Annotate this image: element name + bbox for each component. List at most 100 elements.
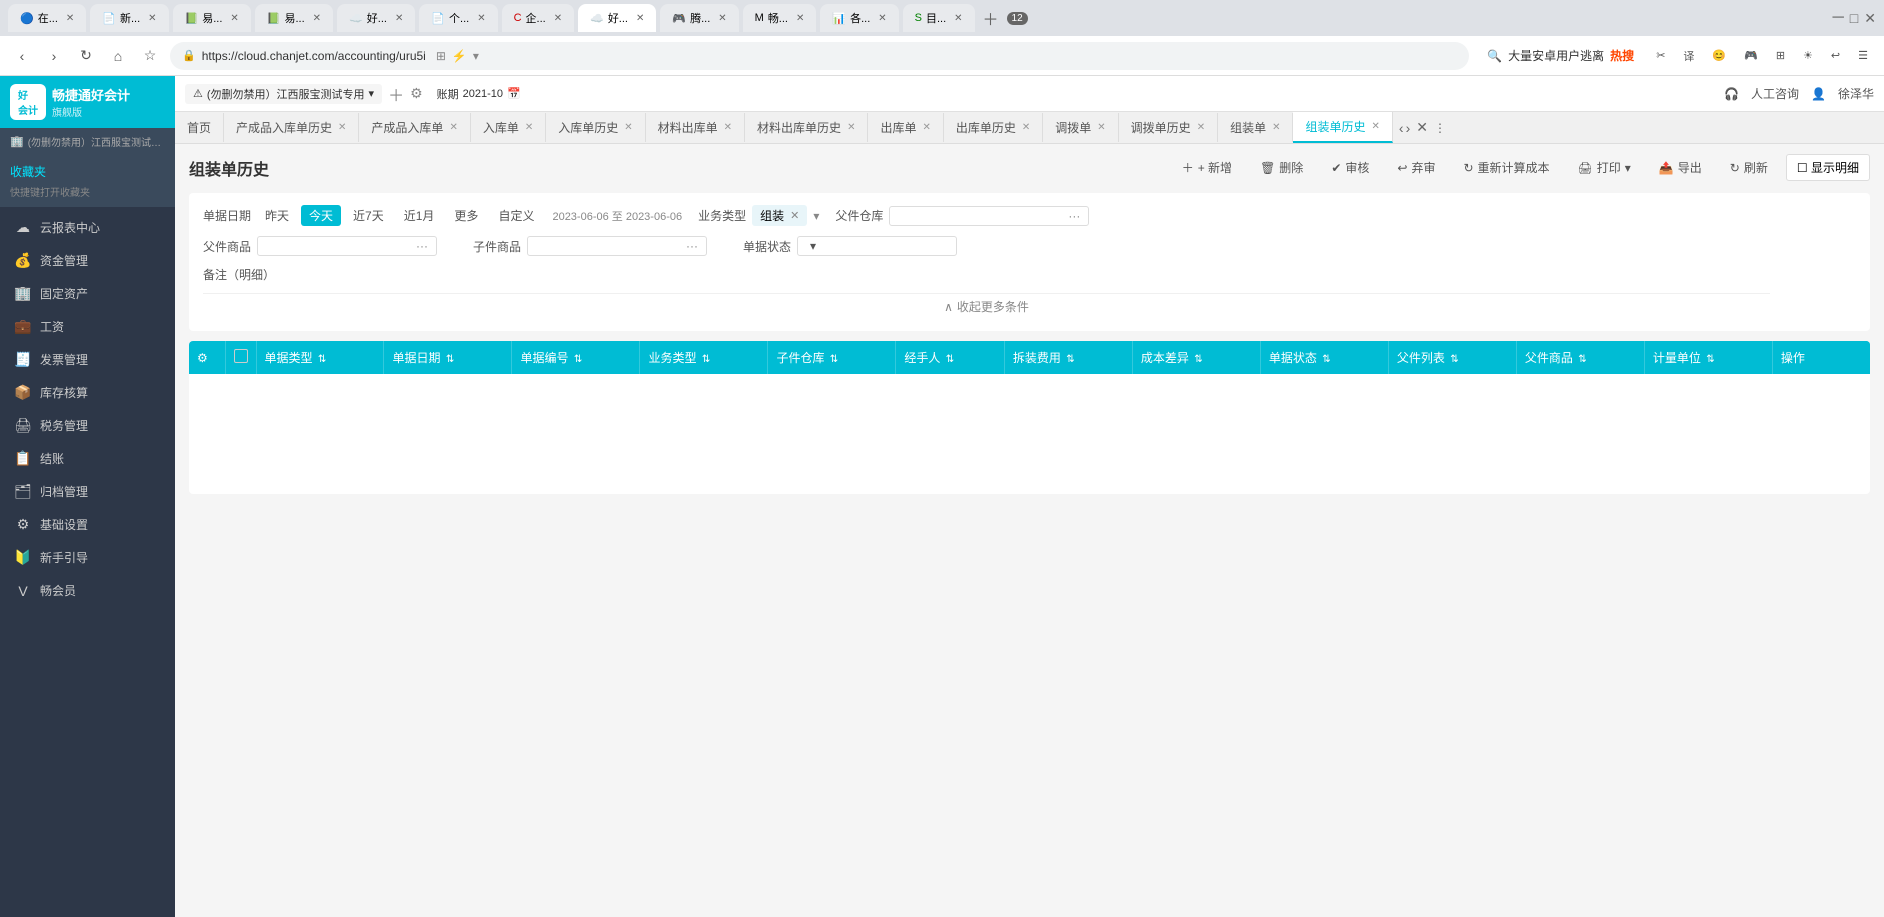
date-btn-yesterday[interactable]: 昨天 <box>257 205 297 226</box>
th-child-warehouse[interactable]: 子件仓库 ⇅ <box>768 341 896 374</box>
collapse-filter-btn[interactable]: ∧ 收起更多条件 <box>203 293 1770 319</box>
tab-9-close[interactable]: ✕ <box>796 13 804 24</box>
sidebar-item-invoice[interactable]: 🧾 发票管理 <box>0 343 175 376</box>
order-status-select[interactable]: ▾ <box>797 236 957 256</box>
th-parent-list[interactable]: 父件列表 ⇅ <box>1388 341 1516 374</box>
tab-1[interactable]: 📄 新... ✕ <box>90 4 168 32</box>
page-tab-outbound[interactable]: 出库单 ✕ <box>868 113 943 142</box>
period-selector[interactable]: 账期 2021-10 📅 <box>437 86 521 102</box>
tab-5[interactable]: 📄 个... ✕ <box>419 4 497 32</box>
tab-9[interactable]: M 畅... ✕ <box>743 4 817 32</box>
tab-10-close[interactable]: ✕ <box>878 13 886 24</box>
tab-arrow-right[interactable]: › <box>1406 120 1411 136</box>
th-order-type[interactable]: 单据类型 ⇅ <box>256 341 384 374</box>
sidebar-item-inventory[interactable]: 📦 库存核算 <box>0 376 175 409</box>
tab-3-close[interactable]: ✕ <box>313 13 321 24</box>
tab-10[interactable]: 📊 各... ✕ <box>820 4 898 32</box>
th-business-type[interactable]: 业务类型 ⇅ <box>640 341 768 374</box>
parent-warehouse-more[interactable]: ··· <box>1068 209 1080 223</box>
tab-material-outbound-history-close[interactable]: ✕ <box>847 122 855 133</box>
page-tab-outbound-history[interactable]: 出库单历史 ✕ <box>944 113 1043 142</box>
page-tab-assembly[interactable]: 组装单 ✕ <box>1218 113 1293 142</box>
search-bar[interactable]: 🔍 大量安卓用户逃离 热搜 <box>1487 47 1634 64</box>
tab-11[interactable]: S 目... ✕ <box>903 4 975 32</box>
tab-11-close[interactable]: ✕ <box>954 13 962 24</box>
select-all-checkbox[interactable] <box>234 349 248 363</box>
parent-goods-more[interactable]: ··· <box>416 239 428 253</box>
sidebar-item-settings[interactable]: ⚙ 基础设置 <box>0 508 175 541</box>
tab-assembly-history-close[interactable]: ✕ <box>1372 121 1380 132</box>
home-button[interactable]: ⌂ <box>106 44 130 68</box>
export-button[interactable]: 📤 导出 <box>1649 155 1712 180</box>
sidebar-item-tax[interactable]: 🖨 税务管理 <box>0 409 175 442</box>
sidebar-item-archive[interactable]: 🗂 归档管理 <box>0 475 175 508</box>
tab-8[interactable]: 🎮 腾... ✕ <box>660 4 738 32</box>
tab-0-close[interactable]: ✕ <box>66 13 74 24</box>
tab-1-close[interactable]: ✕ <box>148 13 156 24</box>
tab-4[interactable]: ☁️ 好... ✕ <box>337 4 415 32</box>
date-btn-today[interactable]: 今天 <box>301 205 341 226</box>
tab-7-close[interactable]: ✕ <box>636 13 644 24</box>
cut-tool[interactable]: ✂ <box>1650 47 1671 64</box>
business-tag-close[interactable]: ✕ <box>790 209 799 222</box>
tab-7-active[interactable]: ☁️ 好... ✕ <box>578 4 656 32</box>
page-tab-home[interactable]: 首页 <box>175 113 224 142</box>
back-button[interactable]: ‹ <box>10 44 34 68</box>
reload-button[interactable]: ↻ <box>74 44 98 68</box>
parent-goods-input[interactable]: ··· <box>257 236 437 256</box>
th-parent-goods[interactable]: 父件商品 ⇅ <box>1516 341 1644 374</box>
tab-inbound-history-close[interactable]: ✕ <box>624 122 632 133</box>
undo-tool[interactable]: ↩ <box>1825 47 1846 64</box>
tab-outbound-history-close[interactable]: ✕ <box>1022 122 1030 133</box>
page-tab-material-outbound-history[interactable]: 材料出库单历史 ✕ <box>745 113 868 142</box>
parent-warehouse-input[interactable]: ··· <box>889 206 1089 226</box>
page-tab-assembly-history[interactable]: 组装单历史 ✕ <box>1293 112 1392 143</box>
tab-assembly-close[interactable]: ✕ <box>1272 122 1280 133</box>
date-btn-more[interactable]: 更多 <box>446 205 486 226</box>
new-tab-button[interactable]: ＋ <box>979 6 1003 30</box>
th-disassemble-fee[interactable]: 拆装费用 ⇅ <box>1004 341 1132 374</box>
sidebar-item-fixed-assets[interactable]: 🏢 固定资产 <box>0 277 175 310</box>
company-settings-icon[interactable]: ⚙ <box>410 85 423 102</box>
tab-outbound-close[interactable]: ✕ <box>922 122 930 133</box>
page-tab-transfer-history[interactable]: 调拨单历史 ✕ <box>1119 113 1218 142</box>
tab-6[interactable]: C 企... ✕ <box>502 4 575 32</box>
print-button[interactable]: 🖨 打印 ▾ <box>1568 155 1641 180</box>
sidebar-item-cloud-report[interactable]: ☁ 云报表中心 <box>0 211 175 244</box>
th-unit[interactable]: 计量单位 ⇅ <box>1644 341 1772 374</box>
tab-4-close[interactable]: ✕ <box>395 13 403 24</box>
add-company-icon[interactable]: ＋ <box>388 82 404 106</box>
menu-btn[interactable]: ☰ <box>1852 47 1874 64</box>
forward-button[interactable]: › <box>42 44 66 68</box>
page-tab-production-inbound[interactable]: 产成品入库单 ✕ <box>359 113 470 142</box>
tab-6-close[interactable]: ✕ <box>554 13 562 24</box>
abandon-button[interactable]: ↩ 弃审 <box>1387 155 1445 180</box>
tab-0[interactable]: 🔵 在... ✕ <box>8 4 86 32</box>
sidebar-item-fund[interactable]: 💰 资金管理 <box>0 244 175 277</box>
customer-service-btn[interactable]: 人工咨询 <box>1751 85 1799 102</box>
recalc-button[interactable]: ↻ 重新计算成本 <box>1453 155 1559 180</box>
sidebar-item-vip[interactable]: V 畅会员 <box>0 574 175 607</box>
th-order-no[interactable]: 单据编号 ⇅ <box>512 341 640 374</box>
show-detail-checkbox[interactable]: ☐ 显示明细 <box>1786 154 1870 181</box>
page-tab-material-outbound[interactable]: 材料出库单 ✕ <box>646 113 745 142</box>
page-tab-production-inbound-history[interactable]: 产成品入库单历史 ✕ <box>224 113 359 142</box>
company-selector[interactable]: 🏢 (勿删勿禁用）江西服宝测试专用 <box>0 128 175 155</box>
tab-inbound-close[interactable]: ✕ <box>525 122 533 133</box>
page-tab-inbound-history[interactable]: 入库单历史 ✕ <box>546 113 645 142</box>
th-cost-diff[interactable]: 成本差异 ⇅ <box>1132 341 1260 374</box>
username[interactable]: 徐泽华 <box>1838 85 1874 102</box>
tab-production-inbound-close[interactable]: ✕ <box>449 122 457 133</box>
child-goods-more[interactable]: ··· <box>686 239 698 253</box>
business-type-expand[interactable]: ▾ <box>813 209 819 223</box>
tab-2[interactable]: 📗 易... ✕ <box>173 4 251 32</box>
page-tab-transfer[interactable]: 调拨单 ✕ <box>1043 113 1118 142</box>
add-button[interactable]: ＋ + 新增 <box>1172 155 1242 180</box>
child-goods-input[interactable]: ··· <box>527 236 707 256</box>
delete-button[interactable]: 🗑 删除 <box>1250 155 1313 180</box>
sidebar-item-closing[interactable]: 📋 结账 <box>0 442 175 475</box>
tab-5-close[interactable]: ✕ <box>477 13 485 24</box>
th-order-status[interactable]: 单据状态 ⇅ <box>1260 341 1388 374</box>
th-handler[interactable]: 经手人 ⇅ <box>896 341 1004 374</box>
date-btn-custom[interactable]: 自定义 <box>490 205 542 226</box>
